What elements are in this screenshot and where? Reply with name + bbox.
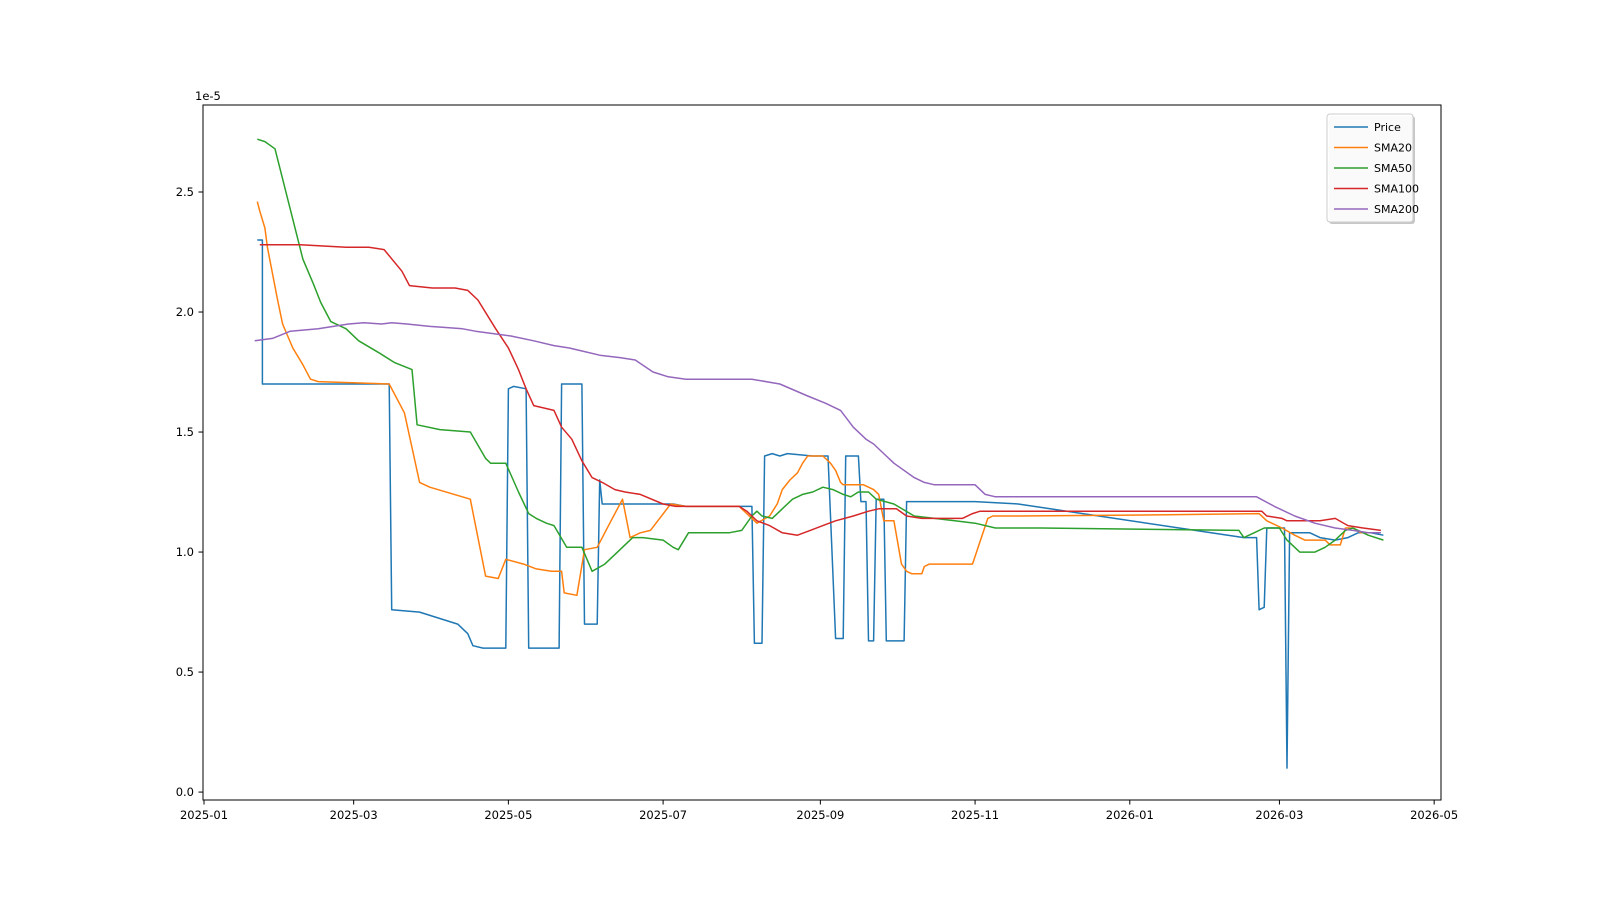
y-tick-label: 2.5 [176, 185, 194, 199]
x-tick-label: 2025-09 [796, 808, 844, 822]
y-axis-offset-label: 1e-5 [195, 89, 221, 103]
legend-label: SMA200 [1374, 203, 1419, 216]
x-tick-label: 2025-03 [330, 808, 378, 822]
legend-label: SMA100 [1374, 183, 1419, 196]
series-line-sma50 [257, 138, 1384, 573]
x-tick-label: 2025-05 [484, 808, 532, 822]
x-tick-label: 2026-01 [1106, 808, 1154, 822]
series-line-sma200 [254, 322, 1381, 534]
axes-box [202, 104, 1442, 801]
x-axis-ticks: 2025-01 2025-03 2025-05 2025-07 2025-09 2025-… [180, 800, 1458, 822]
series-lines [254, 138, 1384, 769]
y-tick-label: 0.0 [176, 785, 194, 799]
legend-label: SMA20 [1374, 142, 1412, 155]
x-tick-label: 2026-05 [1410, 808, 1458, 822]
legend-label: SMA50 [1374, 162, 1412, 175]
x-tick-label: 2025-11 [951, 808, 999, 822]
x-tick-label: 2025-01 [180, 808, 228, 822]
series-line-sma20 [256, 201, 1379, 597]
y-tick-label: 1.5 [176, 425, 194, 439]
y-tick-label: 2.0 [176, 305, 194, 319]
price-chart: 1e-5 2025-01 2025-03 2025-05 2025-07 2025-09… [176, 89, 1458, 822]
x-tick-label: 2026-03 [1255, 808, 1303, 822]
legend-label: Price [1374, 121, 1401, 134]
figure: 1e-5 2025-01 2025-03 2025-05 2025-07 2025-09… [0, 0, 1600, 900]
series-line-sma100 [259, 244, 1382, 536]
x-tick-label: 2025-07 [639, 808, 687, 822]
y-tick-label: 0.5 [176, 665, 194, 679]
y-tick-label: 1.0 [176, 545, 194, 559]
legend: Price SMA20 SMA50 SMA100 SMA200 [1326, 113, 1419, 224]
series-line-price [257, 239, 1384, 769]
y-axis-ticks: 0.0 0.5 1.0 1.5 2.0 2.5 [176, 185, 203, 799]
